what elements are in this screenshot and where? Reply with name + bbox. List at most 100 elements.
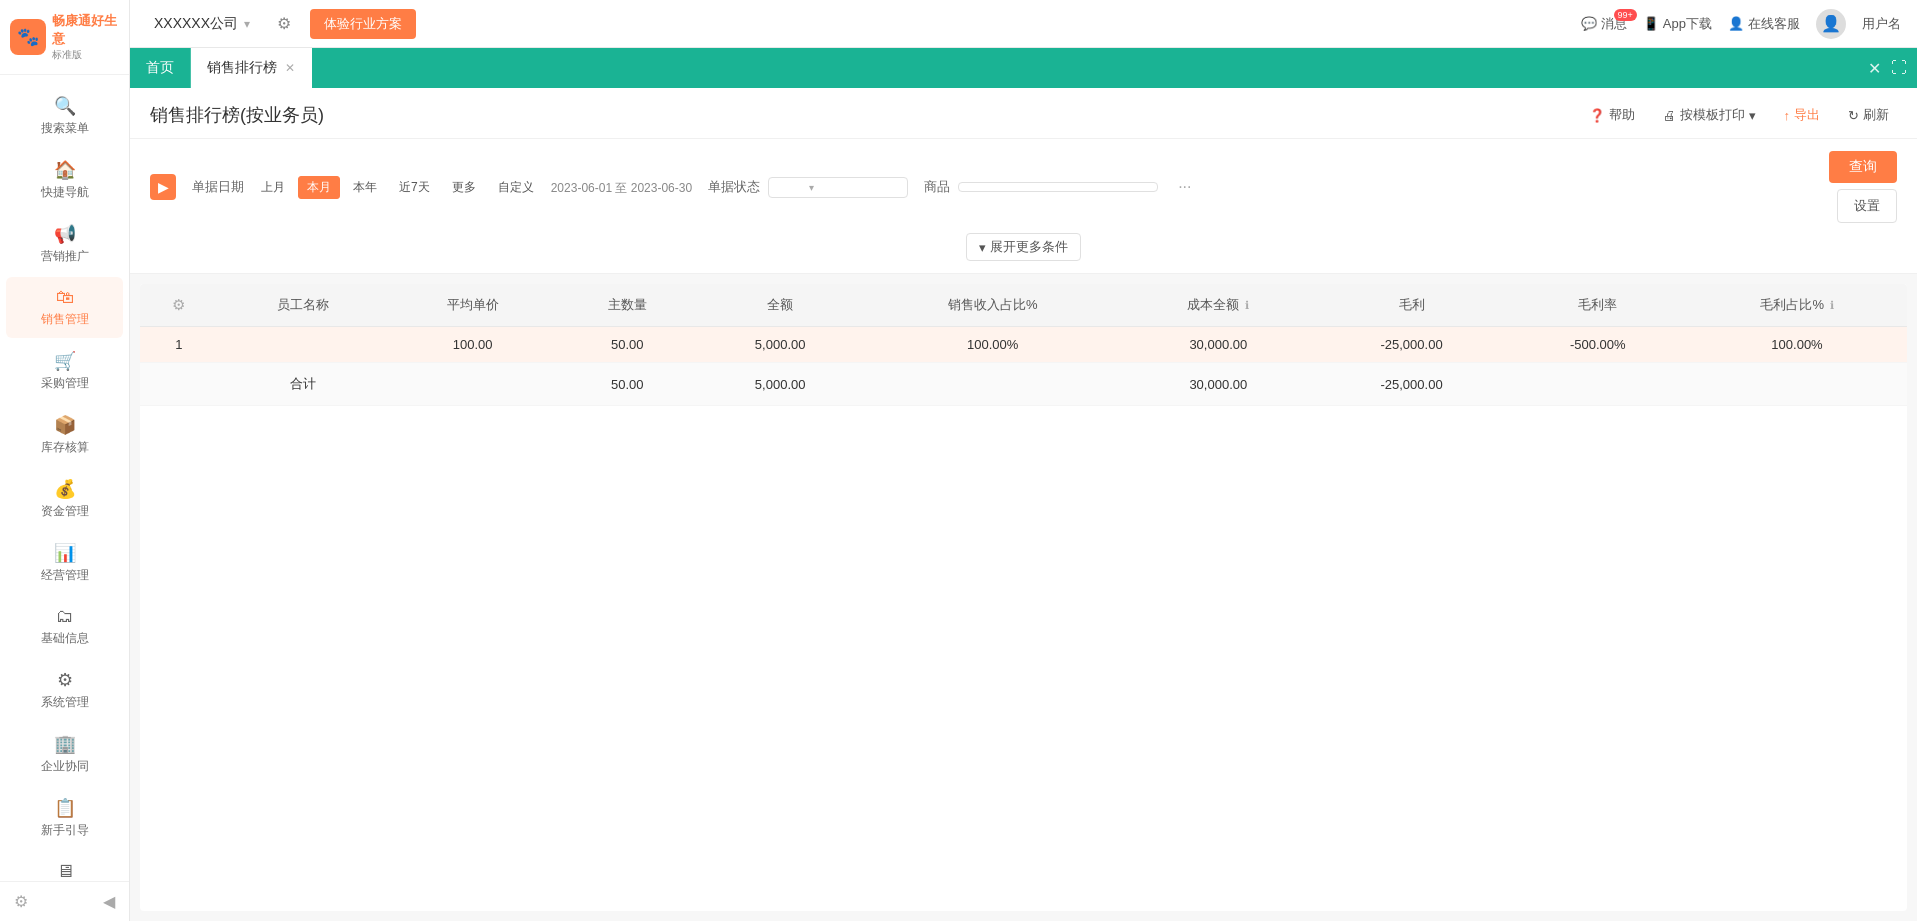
help-icon: ❓ xyxy=(1589,108,1605,123)
app-download-button[interactable]: 📱 App下载 xyxy=(1643,15,1712,33)
cell-amount: 5,000.00 xyxy=(697,327,864,363)
finance-icon: 💰 xyxy=(54,478,76,500)
column-settings-icon[interactable]: ⚙ xyxy=(172,296,185,313)
marketing-icon: 📢 xyxy=(54,223,76,245)
settings-bottom-icon[interactable]: ⚙ xyxy=(14,892,28,911)
logo-area: 🐾 畅康通好生意 标准版 xyxy=(0,0,129,75)
goods-input[interactable] xyxy=(958,182,1158,192)
help-button[interactable]: ❓ 帮助 xyxy=(1581,102,1643,128)
chevron-down-icon: ▾ xyxy=(244,17,250,31)
user-name-label[interactable]: 用户名 xyxy=(1862,15,1901,33)
th-settings: ⚙ xyxy=(140,284,218,327)
table-area: ⚙ 员工名称 平均单价 主数量 全额 销售收入占比% 成本全额 ℹ 毛利 毛利率… xyxy=(140,284,1907,911)
date-btn-this-year[interactable]: 本年 xyxy=(344,176,386,199)
sidebar-item-app[interactable]: 🖥 应用中心 xyxy=(6,851,123,881)
inventory-icon: 📦 xyxy=(54,414,76,436)
refresh-button[interactable]: ↻ 刷新 xyxy=(1840,102,1897,128)
date-buttons: 上月 本月 本年 近7天 更多 自定义 xyxy=(252,176,543,199)
purchase-icon: 🛒 xyxy=(54,350,76,372)
status-dropdown-icon: ▾ xyxy=(809,182,814,193)
sidebar-item-sales[interactable]: 🛍 销售管理 xyxy=(6,277,123,338)
user-avatar[interactable]: 👤 xyxy=(1816,9,1846,39)
filter-action-area: 查询 设置 xyxy=(1829,151,1897,223)
date-btn-more[interactable]: 更多 xyxy=(443,176,485,199)
date-range-display: 2023-06-01 至 2023-06-30 xyxy=(551,180,692,197)
footer-qty: 50.00 xyxy=(558,363,697,406)
footer-cost: 30,000.00 xyxy=(1122,363,1315,406)
sidebar-item-enterprise[interactable]: 🏢 企业协同 xyxy=(6,723,123,785)
query-button[interactable]: 查询 xyxy=(1829,151,1897,183)
table-footer: 合计 50.00 5,000.00 30,000.00 -25,000.00 xyxy=(140,363,1907,406)
footer-empty1 xyxy=(140,363,218,406)
sidebar-item-purchase[interactable]: 🛒 采购管理 xyxy=(6,340,123,402)
help-label: 帮助 xyxy=(1609,106,1635,124)
page-content: 销售排行榜(按业务员) ❓ 帮助 🖨 按模板打印 ▾ ↑ 导出 ↻ 刷新 xyxy=(130,88,1917,921)
date-label: 单据日期 xyxy=(192,178,244,196)
cell-rank: 1 xyxy=(140,327,218,363)
sidebar-item-marketing[interactable]: 📢 营销推广 xyxy=(6,213,123,275)
brand-name: 畅康通好生意 xyxy=(52,12,119,48)
sidebar-item-search[interactable]: 🔍 搜索菜单 xyxy=(6,85,123,147)
sidebar-item-inventory[interactable]: 📦 库存核算 xyxy=(6,404,123,466)
tab-close-icon[interactable]: ✕ xyxy=(285,61,295,75)
status-select[interactable]: ▾ xyxy=(768,177,908,198)
print-button[interactable]: 🖨 按模板打印 ▾ xyxy=(1655,102,1764,128)
online-service-button[interactable]: 👤 在线客服 xyxy=(1728,15,1800,33)
system-icon: ⚙ xyxy=(57,669,73,691)
tab-sales-rank[interactable]: 销售排行榜 ✕ xyxy=(191,48,312,88)
app-icon: 🖥 xyxy=(56,861,74,881)
sidebar-item-basic[interactable]: 🗂 基础信息 xyxy=(6,596,123,657)
sidebar-item-operation[interactable]: 📊 经营管理 xyxy=(6,532,123,594)
filter-toggle-button[interactable]: ▶ xyxy=(150,174,176,200)
th-cost: 成本全额 ℹ xyxy=(1122,284,1315,327)
sidebar-item-system[interactable]: ⚙ 系统管理 xyxy=(6,659,123,721)
collapse-icon[interactable]: ◀ xyxy=(103,892,115,911)
export-button[interactable]: ↑ 导出 xyxy=(1776,102,1829,128)
service-label: 在线客服 xyxy=(1748,15,1800,33)
date-btn-this-month[interactable]: 本月 xyxy=(298,176,340,199)
settings-gear-button[interactable]: ⚙ xyxy=(268,8,300,40)
cell-sales-pct: 100.00% xyxy=(863,327,1122,363)
date-btn-custom[interactable]: 自定义 xyxy=(489,176,543,199)
date-btn-last-month[interactable]: 上月 xyxy=(252,176,294,199)
message-button[interactable]: 💬 消息 99+ xyxy=(1581,15,1627,33)
sidebar-item-finance[interactable]: 💰 资金管理 xyxy=(6,468,123,530)
tab-home[interactable]: 首页 xyxy=(130,48,191,88)
tab-bar-actions: ✕ ⛶ xyxy=(1868,48,1917,88)
company-selector[interactable]: XXXXXX公司 ▾ xyxy=(146,11,258,37)
th-sales-pct: 销售收入占比% xyxy=(863,284,1122,327)
table-body: 1 100.00 50.00 5,000.00 100.00% 30,000.0… xyxy=(140,327,1907,363)
sidebar-item-guide[interactable]: 📋 新手引导 xyxy=(6,787,123,849)
date-btn-7days[interactable]: 近7天 xyxy=(390,176,439,199)
footer-avg-price xyxy=(388,363,558,406)
table-header-row: ⚙ 员工名称 平均单价 主数量 全额 销售收入占比% 成本全额 ℹ 毛利 毛利率… xyxy=(140,284,1907,327)
filter-row: ▶ 单据日期 上月 本月 本年 近7天 更多 自定义 2023-06-01 至 … xyxy=(150,151,1897,223)
status-label: 单据状态 xyxy=(708,178,760,196)
sales-icon: 🛍 xyxy=(56,287,74,308)
tab-home-label: 首页 xyxy=(146,59,174,77)
export-icon: ↑ xyxy=(1784,108,1791,123)
filter-more-dots[interactable]: ··· xyxy=(1174,178,1195,196)
tab-expand-icon[interactable]: ⛶ xyxy=(1891,59,1907,77)
trial-button[interactable]: 体验行业方案 xyxy=(310,9,416,39)
home-icon: 🏠 xyxy=(54,159,76,181)
tab-close-window-icon[interactable]: ✕ xyxy=(1868,59,1881,78)
sidebar-nav: 🔍 搜索菜单 🏠 快捷导航 📢 营销推广 🛍 销售管理 🛒 采购管理 📦 库存核… xyxy=(0,75,129,881)
search-icon: 🔍 xyxy=(54,95,76,117)
expand-button[interactable]: ▾ 展开更多条件 xyxy=(966,233,1081,261)
cell-cost: 30,000.00 xyxy=(1122,327,1315,363)
filter-goods: 商品 xyxy=(924,178,1158,196)
cell-qty: 50.00 xyxy=(558,327,697,363)
sidebar-item-shortcut[interactable]: 🏠 快捷导航 xyxy=(6,149,123,211)
th-name: 员工名称 xyxy=(218,284,388,327)
print-icon: 🖨 xyxy=(1663,108,1676,123)
th-qty: 主数量 xyxy=(558,284,697,327)
expand-icon: ▾ xyxy=(979,240,986,255)
basic-icon: 🗂 xyxy=(56,606,74,627)
filter-settings-button[interactable]: 设置 xyxy=(1837,189,1897,223)
th-amount: 全额 xyxy=(697,284,864,327)
cost-info-icon[interactable]: ℹ xyxy=(1245,299,1249,311)
header-right: 💬 消息 99+ 📱 App下载 👤 在线客服 👤 用户名 xyxy=(1581,9,1901,39)
gross-pct-info-icon[interactable]: ℹ xyxy=(1830,299,1834,311)
brand-sub: 标准版 xyxy=(52,48,119,62)
